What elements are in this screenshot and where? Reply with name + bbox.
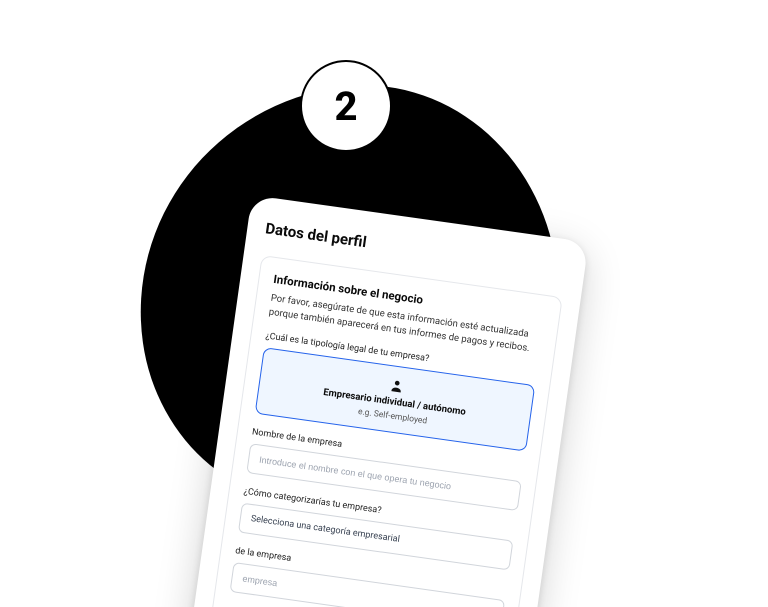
business-info-card: Información sobre el negocio Por favor, … xyxy=(210,255,563,607)
step-badge: 2 xyxy=(300,60,392,152)
stage: 2 Datos del perfil Información sobre el … xyxy=(0,0,768,607)
step-number: 2 xyxy=(334,83,357,130)
person-icon xyxy=(389,378,405,394)
